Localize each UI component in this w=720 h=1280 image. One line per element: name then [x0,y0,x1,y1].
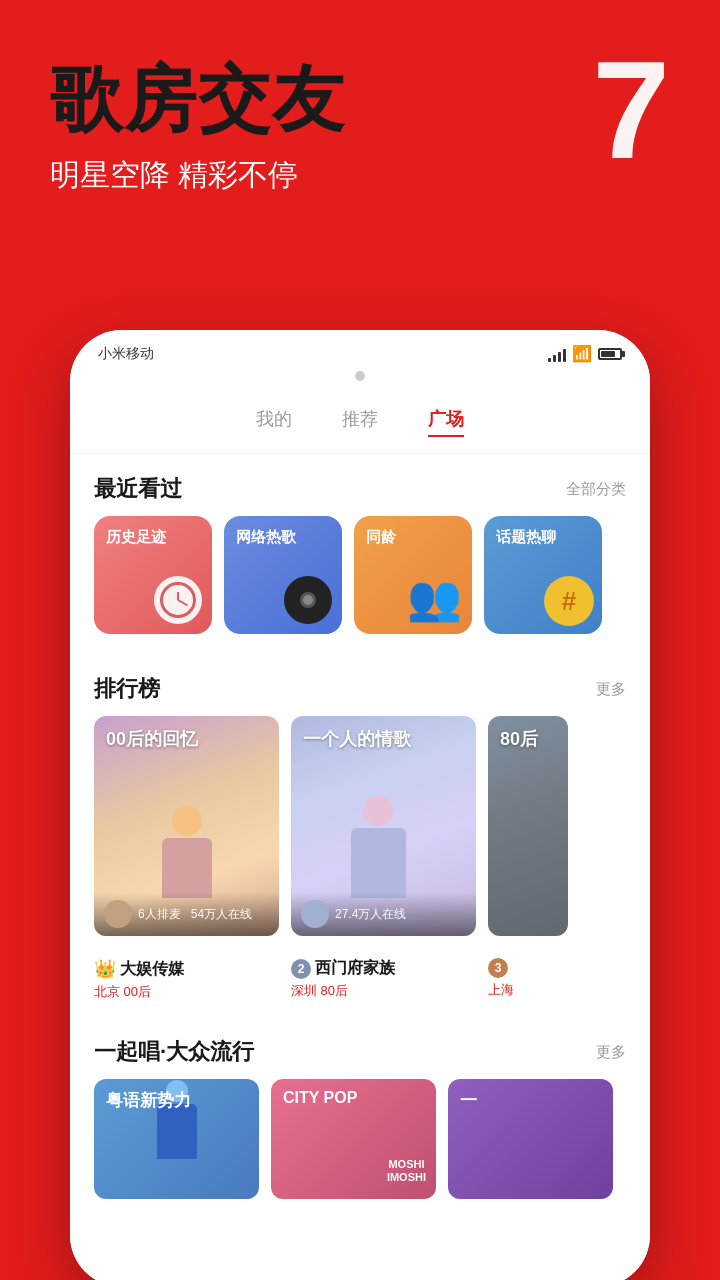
rank-info-1: 👑 大娱传媒 北京 00后 [94,958,279,1001]
recently-viewed-more[interactable]: 全部分类 [566,480,626,499]
rank-card-3[interactable]: 80后 [488,716,568,936]
sing-card-label-citypop: CITY POP [283,1089,357,1107]
rank-info-3: 3 上海 [488,958,568,1001]
signal-bars-icon [548,346,566,362]
tab-mine[interactable]: 我的 [256,407,292,437]
rank-card-1[interactable]: 00后的回忆 6人排麦 54万人在线 [94,716,279,936]
recently-viewed-title: 最近看过 [94,474,182,504]
rank-num-3-badge: 3 [488,958,508,978]
vinyl-disc-icon [284,576,332,624]
sing-card-citypop[interactable]: CITY POP MOSHIIMOSHI [271,1079,436,1199]
category-card-same-age[interactable]: 同龄 👥 [354,516,472,634]
phone-wrapper: 小米移动 📶 我的 推荐 [0,330,720,1280]
rank-sub-3: 上海 [488,981,568,999]
category-label-same-age: 同龄 [366,528,396,547]
sing-card-cantonese[interactable]: 粤语新势力 [94,1079,259,1199]
sing-together-section: 一起唱·大众流行 更多 粤语新势力 [70,1017,650,1219]
ranking-more[interactable]: 更多 [596,680,626,699]
rank-card-title-3: 80后 [500,728,538,751]
sing-card-label-other: 一 [460,1089,477,1112]
sing-cards: 粤语新势力 CITY POP MOSHIIMOSHI [70,1079,650,1209]
rank-avatar-2 [301,900,329,928]
rank-info-2: 2 西门府家族 深圳 80后 [291,958,476,1001]
banner-number: 7 [592,40,670,180]
category-label-history: 历史足迹 [106,528,166,547]
sing-together-more[interactable]: 更多 [596,1043,626,1062]
sing-together-header: 一起唱·大众流行 更多 [70,1017,650,1079]
rank-num-2-badge: 2 [291,959,311,979]
ranking-header: 排行榜 更多 [70,654,650,716]
status-bar: 小米移动 📶 [70,330,650,371]
moshi-imoshi-text: MOSHIIMOSHI [387,1158,426,1184]
ranking-cards: 00后的回忆 6人排麦 54万人在线 [70,716,650,952]
rank-sub-2: 深圳 80后 [291,982,476,1000]
status-icons: 📶 [548,344,622,363]
rank-footer-text-2: 27.4万人在线 [335,906,406,923]
notch-dot [355,371,365,381]
category-card-hot[interactable]: 网络热歌 [224,516,342,634]
category-cards: 历史足迹 网络热歌 同 [70,516,650,654]
banner-title: 歌房交友 [50,60,670,139]
sing-card-label-cantonese: 粤语新势力 [106,1089,191,1112]
rank-card-title-2: 一个人的情歌 [303,728,411,751]
rank-card-footer-1: 6人排麦 54万人在线 [94,892,279,936]
carrier-label: 小米移动 [98,345,154,363]
rank-crown-icon: 👑 [94,958,116,980]
wifi-icon: 📶 [572,344,592,363]
rank-name-2: 2 西门府家族 [291,958,476,979]
category-label-hot: 网络热歌 [236,528,296,547]
banner-subtitle: 明星空降 精彩不停 [50,155,670,196]
category-card-topic[interactable]: 话题热聊 # [484,516,602,634]
top-banner: 歌房交友 明星空降 精彩不停 7 [0,0,720,320]
recently-viewed-header: 最近看过 全部分类 [70,454,650,516]
tab-recommend[interactable]: 推荐 [342,407,378,437]
rank-card-footer-2: 27.4万人在线 [291,892,476,936]
clock-icon [154,576,202,624]
rank-name-3: 3 [488,958,568,978]
app-content: 我的 推荐 广场 最近看过 全部分类 历史足迹 [70,387,650,1280]
battery-icon [598,348,622,360]
rank-card-2[interactable]: 一个人的情歌 27.4万人在线 [291,716,476,936]
nav-tabs: 我的 推荐 广场 [70,387,650,454]
rank-card-title-1: 00后的回忆 [106,728,198,751]
hash-icon: # [544,576,594,626]
rank-avatar-1 [104,900,132,928]
rank-footer-text-1: 6人排麦 54万人在线 [138,906,252,923]
ranking-info: 👑 大娱传媒 北京 00后 2 西门府家族 深圳 80后 3 [70,952,650,1017]
ranking-title: 排行榜 [94,674,160,704]
people-icon: 👥 [407,572,462,624]
phone-notch [70,371,650,387]
sing-card-other[interactable]: 一 [448,1079,613,1199]
category-card-history[interactable]: 历史足迹 [94,516,212,634]
tab-square[interactable]: 广场 [428,407,464,437]
sing-together-title: 一起唱·大众流行 [94,1037,254,1067]
category-label-topic: 话题热聊 [496,528,556,547]
phone-mockup: 小米移动 📶 我的 推荐 [70,330,650,1280]
rank-sub-1: 北京 00后 [94,983,279,1001]
rank-name-1: 👑 大娱传媒 [94,958,279,980]
